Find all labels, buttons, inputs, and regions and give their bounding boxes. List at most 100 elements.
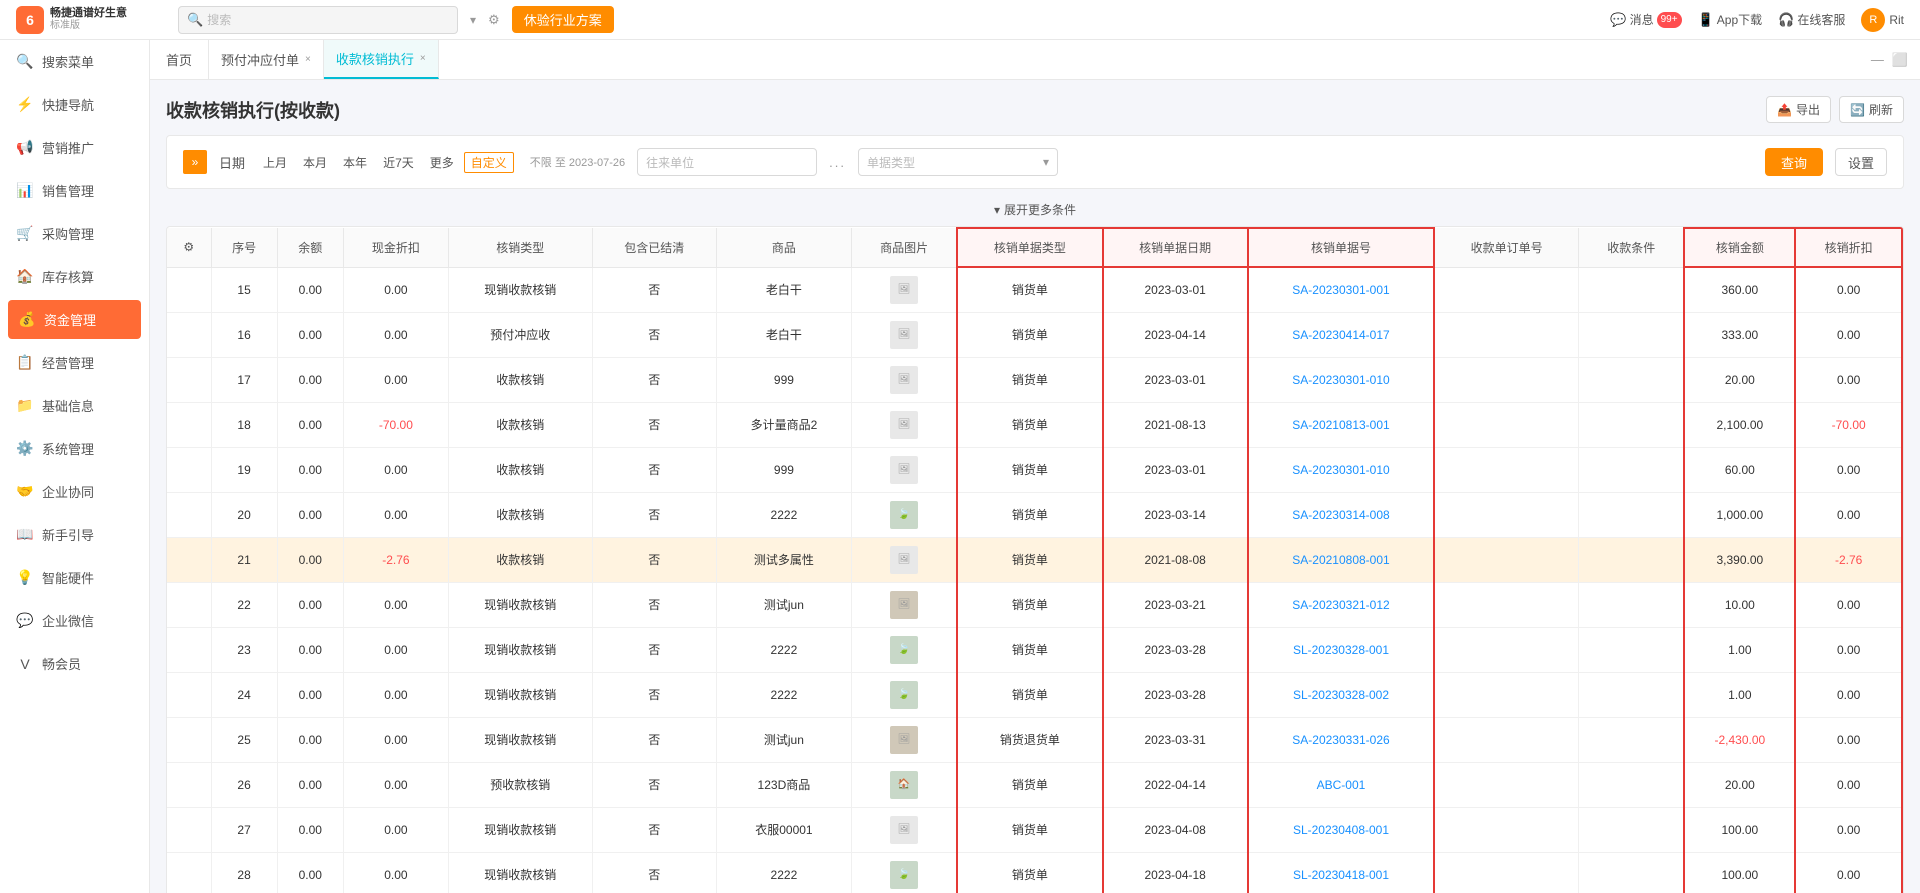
- sidebar-label-6: 资金管理: [44, 310, 96, 329]
- sidebar-item-6[interactable]: 💰 资金管理: [8, 300, 141, 339]
- date-option-more[interactable]: 更多: [424, 152, 460, 173]
- cell-doc-no[interactable]: SA-20230301-010: [1248, 447, 1434, 492]
- cell-doc-no[interactable]: SA-20230301-010: [1248, 357, 1434, 402]
- table-row[interactable]: 24 0.00 0.00 现销收款核销 否 2222 🍃 销货单 2023-03…: [167, 672, 1902, 717]
- tab-receipt[interactable]: 收款核销执行 ×: [324, 40, 439, 79]
- refresh-btn[interactable]: 🔄 刷新: [1839, 96, 1904, 123]
- table-row[interactable]: 15 0.00 0.00 现销收款核销 否 老白干 🖼 销货单 2023-03-…: [167, 267, 1902, 312]
- doc-type-select[interactable]: 单据类型 ▾: [858, 148, 1058, 176]
- product-image: 🍃: [890, 501, 918, 529]
- sidebar-icon-6: 💰: [18, 311, 36, 328]
- cell-doc-no[interactable]: SL-20230408-001: [1248, 807, 1434, 852]
- cell-doc-no[interactable]: SL-20230328-002: [1248, 672, 1434, 717]
- cell-included: 否: [592, 762, 716, 807]
- cell-receipt-order: [1434, 672, 1579, 717]
- sidebar-item-13[interactable]: 💬企业微信: [0, 599, 149, 642]
- cell-doc-type: 销货单: [957, 447, 1102, 492]
- table-row[interactable]: 23 0.00 0.00 现销收款核销 否 2222 🍃 销货单 2023-03…: [167, 627, 1902, 672]
- date-option-prev-month[interactable]: 上月: [257, 152, 293, 173]
- sidebar-item-3[interactable]: 📊销售管理: [0, 169, 149, 212]
- cell-doc-date: 2023-03-31: [1103, 717, 1248, 762]
- cell-verify-discount: 0.00: [1795, 267, 1902, 312]
- export-btn[interactable]: 📤 导出: [1766, 96, 1831, 123]
- cell-doc-no[interactable]: SA-20230414-017: [1248, 312, 1434, 357]
- expand-more[interactable]: ▾ 展开更多条件: [166, 201, 1904, 218]
- sidebar-item-1[interactable]: ⚡快捷导航: [0, 83, 149, 126]
- cell-doc-no[interactable]: SA-20230331-026: [1248, 717, 1434, 762]
- cell-doc-no[interactable]: SA-20210808-001: [1248, 537, 1434, 582]
- table-row[interactable]: 21 0.00 -2.76 收款核销 否 测试多属性 🖼 销货单 2021-08…: [167, 537, 1902, 582]
- table-row[interactable]: 27 0.00 0.00 现销收款核销 否 衣服00001 🖼 销货单 2023…: [167, 807, 1902, 852]
- filter-setting-btn[interactable]: 设置: [1835, 148, 1887, 176]
- filter-dots[interactable]: ...: [829, 155, 846, 170]
- table-row[interactable]: 17 0.00 0.00 收款核销 否 999 🖼 销货单 2023-03-01…: [167, 357, 1902, 402]
- app-download[interactable]: 📱 App下载: [1698, 11, 1763, 28]
- sidebar-icon-9: ⚙️: [16, 440, 34, 457]
- tab-receipt-close[interactable]: ×: [420, 53, 426, 64]
- cell-doc-no[interactable]: SA-20230314-008: [1248, 492, 1434, 537]
- counterparty-input[interactable]: 往来单位: [637, 148, 817, 176]
- cell-doc-no[interactable]: SA-20230301-001: [1248, 267, 1434, 312]
- date-option-cur-year[interactable]: 本年: [337, 152, 373, 173]
- table-row[interactable]: 20 0.00 0.00 收款核销 否 2222 🍃 销货单 2023-03-1…: [167, 492, 1902, 537]
- cell-verify-type: 收款核销: [448, 537, 592, 582]
- cell-verify-type: 预付冲应收: [448, 312, 592, 357]
- table-row[interactable]: 26 0.00 0.00 预收款核销 否 123D商品 🏠 销货单 2022-0…: [167, 762, 1902, 807]
- table-row[interactable]: 22 0.00 0.00 现销收款核销 否 测试jun 🖼 销货单 2023-0…: [167, 582, 1902, 627]
- date-option-7days[interactable]: 近7天: [377, 152, 420, 173]
- cell-receipt-condition: [1579, 672, 1685, 717]
- sidebar-item-7[interactable]: 📋经营管理: [0, 341, 149, 384]
- online-support[interactable]: 🎧 在线客服: [1778, 11, 1845, 28]
- sidebar-item-14[interactable]: V畅会员: [0, 642, 149, 685]
- product-image: 🖼: [890, 321, 918, 349]
- cell-gear: [167, 312, 211, 357]
- sidebar-item-11[interactable]: 📖新手引导: [0, 513, 149, 556]
- tab-minimize-icon[interactable]: —: [1871, 52, 1884, 67]
- table-row[interactable]: 18 0.00 -70.00 收款核销 否 多计量商品2 🖼 销货单 2021-…: [167, 402, 1902, 447]
- table-row[interactable]: 28 0.00 0.00 现销收款核销 否 2222 🍃 销货单 2023-04…: [167, 852, 1902, 893]
- cell-cash-discount: 0.00: [343, 582, 448, 627]
- cell-product-img: 🖼: [851, 267, 957, 312]
- table-row[interactable]: 16 0.00 0.00 预付冲应收 否 老白干 🖼 销货单 2023-04-1…: [167, 312, 1902, 357]
- query-btn[interactable]: 查询: [1765, 148, 1823, 176]
- sidebar-item-12[interactable]: 💡智能硬件: [0, 556, 149, 599]
- table-row[interactable]: 25 0.00 0.00 现销收款核销 否 测试jun 🖼 销货退货单 2023…: [167, 717, 1902, 762]
- table-row[interactable]: 19 0.00 0.00 收款核销 否 999 🖼 销货单 2023-03-01…: [167, 447, 1902, 492]
- top-search[interactable]: 🔍 搜索: [178, 6, 458, 34]
- cell-doc-no[interactable]: SA-20210813-001: [1248, 402, 1434, 447]
- cell-receipt-order: [1434, 807, 1579, 852]
- date-option-cur-month[interactable]: 本月: [297, 152, 333, 173]
- col-gear[interactable]: ⚙: [167, 228, 211, 267]
- industry-btn[interactable]: 休验行业方案: [512, 6, 614, 33]
- sidebar-item-5[interactable]: 🏠库存核算: [0, 255, 149, 298]
- cell-verify-type: 现销收款核销: [448, 852, 592, 893]
- tab-home[interactable]: 首页: [150, 40, 209, 79]
- tab-maximize-icon[interactable]: ⬜: [1892, 52, 1908, 68]
- tab-prepay[interactable]: 预付冲应付单 ×: [209, 40, 324, 79]
- cell-doc-no[interactable]: SL-20230418-001: [1248, 852, 1434, 893]
- tab-prepay-close[interactable]: ×: [305, 54, 311, 65]
- cell-doc-date: 2023-03-28: [1103, 672, 1248, 717]
- cell-included: 否: [592, 312, 716, 357]
- cell-included: 否: [592, 447, 716, 492]
- cell-doc-no[interactable]: SA-20230321-012: [1248, 582, 1434, 627]
- sidebar-item-2[interactable]: 📢营销推广: [0, 126, 149, 169]
- user-area[interactable]: R Rit: [1861, 8, 1904, 32]
- cell-doc-no[interactable]: ABC-001: [1248, 762, 1434, 807]
- content-area: 首页 预付冲应付单 × 收款核销执行 × — ⬜ 收款核销执行(按收款) 📤: [150, 40, 1920, 893]
- notification-area[interactable]: 💬 消息 99+: [1610, 11, 1681, 28]
- sidebar-item-10[interactable]: 🤝企业协同: [0, 470, 149, 513]
- sidebar-item-0[interactable]: 🔍搜索菜单: [0, 40, 149, 83]
- sidebar-item-4[interactable]: 🛒采购管理: [0, 212, 149, 255]
- cell-doc-no[interactable]: SL-20230328-001: [1248, 627, 1434, 672]
- gear-settings-icon[interactable]: ⚙: [488, 12, 500, 28]
- cell-receipt-order: [1434, 312, 1579, 357]
- filter-toggle-btn[interactable]: »: [183, 150, 207, 174]
- cell-verify-discount: 0.00: [1795, 852, 1902, 893]
- doc-type-chevron: ▾: [1043, 155, 1049, 169]
- cell-gear: [167, 762, 211, 807]
- sidebar-item-8[interactable]: 📁基础信息: [0, 384, 149, 427]
- date-option-custom[interactable]: 自定义: [464, 152, 514, 173]
- col-doc-date: 核销单据日期: [1103, 228, 1248, 267]
- sidebar-item-9[interactable]: ⚙️系统管理: [0, 427, 149, 470]
